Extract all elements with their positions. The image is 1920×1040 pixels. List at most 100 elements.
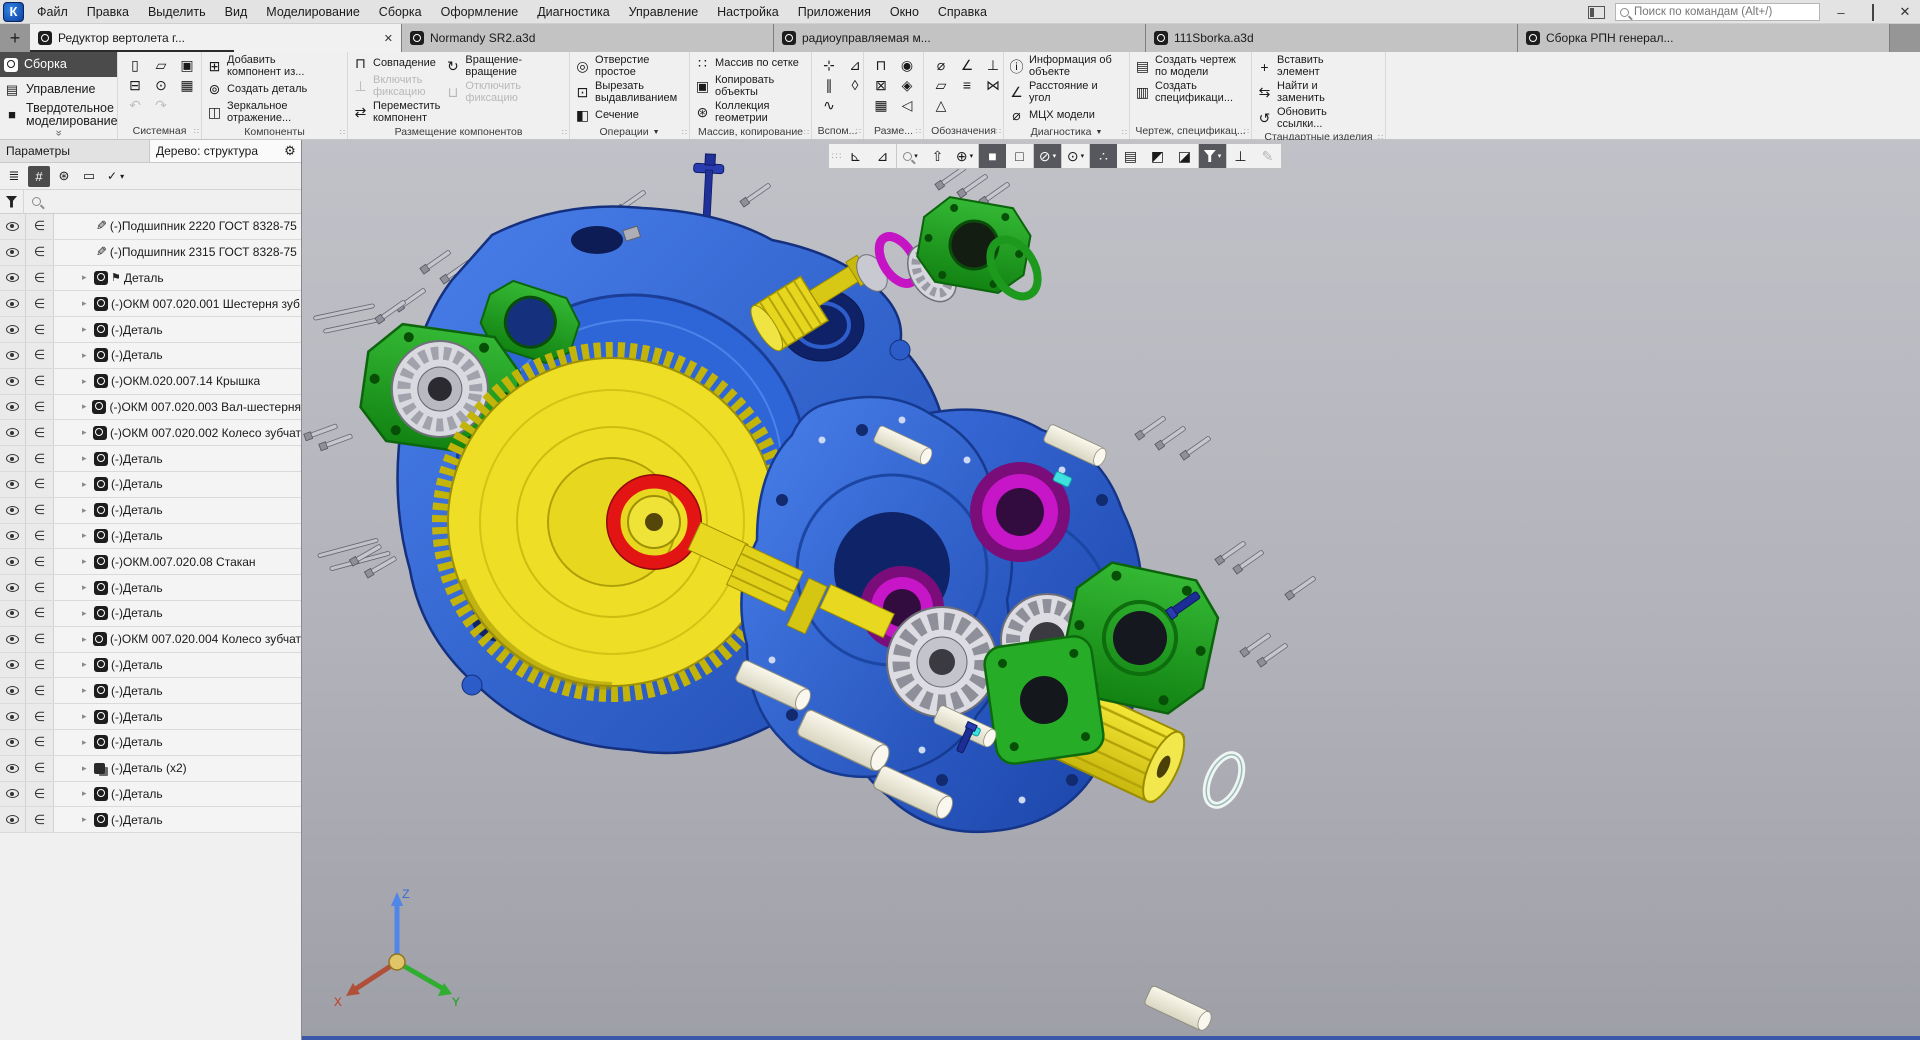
- tab-tree-structure[interactable]: Дерево: структура: [150, 140, 279, 162]
- tree-item[interactable]: ✎ (-)Подшипник 2315 ГОСТ 8328-75: [54, 240, 297, 265]
- tree-item[interactable]: ▸ (-)ОКМ 007.020.001 Шестерня зуб: [54, 291, 300, 316]
- visibility-cell[interactable]: [0, 600, 26, 626]
- eye-visibility-icon[interactable]: [6, 712, 19, 722]
- membership-cell[interactable]: ∈: [26, 394, 54, 420]
- tree-row-1[interactable]: ∈ ✎ (-)Подшипник 2220 ГОСТ 8328-75: [0, 214, 301, 240]
- membership-cell[interactable]: ∈: [26, 704, 54, 729]
- visibility-cell[interactable]: [0, 265, 26, 291]
- command-search[interactable]: [1615, 3, 1820, 21]
- green-cover[interactable]: [982, 634, 1105, 766]
- expand-arrow-icon[interactable]: ▸: [82, 814, 91, 825]
- image-type-button[interactable]: ⊙ ▾: [1062, 144, 1089, 168]
- print-icon[interactable]: ⊟: [126, 77, 144, 94]
- menu-item-9[interactable]: Управление: [627, 3, 701, 21]
- tree-display-filter-combo[interactable]: ✓ ▾: [103, 166, 128, 187]
- measure-button[interactable]: ⊥: [1227, 144, 1254, 168]
- document-tab-4[interactable]: 111Sborka.a3d: [1146, 24, 1518, 52]
- eye-visibility-icon[interactable]: [6, 350, 19, 360]
- eye-visibility-icon[interactable]: [6, 789, 19, 799]
- eye-visibility-icon[interactable]: [6, 299, 19, 309]
- find-replace-button[interactable]: ⇆ Найти и заменить: [1254, 80, 1329, 105]
- designation-datum-icon[interactable]: △: [932, 97, 950, 114]
- tree-row-24[interactable]: ∈ ▸ (-)Деталь: [0, 807, 301, 834]
- membership-cell[interactable]: ∈: [26, 317, 54, 342]
- dim-linear-icon[interactable]: ⊓: [872, 57, 890, 74]
- end-ring[interactable]: [1199, 749, 1249, 811]
- eye-visibility-icon[interactable]: [6, 402, 19, 412]
- tree-selection-button[interactable]: ▭: [78, 166, 100, 187]
- eye-visibility-icon[interactable]: [6, 454, 19, 464]
- rotation-rotation-button[interactable]: ↻ Вращение- вращение: [442, 54, 524, 79]
- eye-visibility-icon[interactable]: [6, 763, 19, 773]
- eye-visibility-icon[interactable]: [6, 505, 19, 515]
- visibility-cell[interactable]: [0, 652, 26, 678]
- tree-item[interactable]: ▸ ⚑ Деталь: [54, 266, 164, 291]
- visibility-cell[interactable]: [0, 342, 26, 368]
- visibility-cell[interactable]: [0, 704, 26, 729]
- expand-arrow-icon[interactable]: ▸: [82, 530, 91, 541]
- eye-visibility-icon[interactable]: [6, 660, 19, 670]
- eye-visibility-icon[interactable]: [6, 428, 19, 438]
- save-as-icon[interactable]: ▦: [178, 77, 196, 94]
- document-tab-1[interactable]: Редуктор вертолета г... ✕: [30, 24, 402, 52]
- add-component-button[interactable]: ⊞ Добавить компонент из...: [204, 54, 309, 79]
- expand-arrow-icon[interactable]: ▸: [82, 401, 89, 412]
- eye-visibility-icon[interactable]: [6, 583, 19, 593]
- visibility-cell[interactable]: [0, 549, 26, 575]
- tree-item[interactable]: ✎ (-)Подшипник 2220 ГОСТ 8328-75: [54, 214, 297, 239]
- visibility-cell[interactable]: [0, 239, 26, 265]
- tree-row-12[interactable]: ∈ ▸ (-)Деталь: [0, 497, 301, 524]
- tree-item[interactable]: ▸ (-)ОКМ 007.020.003 Вал-шестерня: [54, 395, 301, 420]
- menu-item-3[interactable]: Выделить: [146, 3, 208, 21]
- mirror-reflection-button[interactable]: ◫ Зеркальное отражение...: [204, 100, 309, 125]
- tree-item[interactable]: ▸ (-)Деталь: [54, 653, 163, 678]
- group-dropdown-icon[interactable]: ▼: [653, 129, 660, 136]
- cut-extrude-button[interactable]: ⊡ Вырезать выдавливанием: [572, 80, 679, 105]
- tree-item[interactable]: ▸ (-)Деталь: [54, 601, 163, 626]
- expand-arrow-icon[interactable]: ▸: [82, 788, 91, 799]
- membership-cell[interactable]: ∈: [26, 549, 54, 575]
- dim-diamond-icon[interactable]: ◈: [898, 77, 916, 94]
- aux-curve-icon[interactable]: ∿: [820, 97, 838, 114]
- dim-radial-icon[interactable]: ◉: [898, 57, 916, 74]
- tree-search-field[interactable]: [24, 197, 301, 206]
- tree-row-17[interactable]: ∈ ▸ (-)ОКМ 007.020.004 Колесо зубчат: [0, 626, 301, 653]
- eye-visibility-icon[interactable]: [6, 479, 19, 489]
- tree-item[interactable]: ▸ (-)ОКМ 007.020.002 Колесо зубчат: [54, 420, 301, 445]
- visibility-cell[interactable]: [0, 368, 26, 394]
- visibility-cell[interactable]: [0, 394, 26, 420]
- model-viewport[interactable]: Z X Y ∷∷ ⊾ ⊿ ▾ ⇧ ⊕ ▾ ■ □ ⊘ ▾ ⊙ ▾ ∴ ▤ ◩ ◪ ▾ ⊥ ✎: [302, 140, 1920, 1040]
- membership-cell[interactable]: ∈: [26, 807, 54, 833]
- membership-cell[interactable]: ∈: [26, 626, 54, 652]
- menu-item-13[interactable]: Справка: [936, 3, 989, 21]
- menu-item-11[interactable]: Приложения: [796, 3, 873, 21]
- tree-row-11[interactable]: ∈ ▸ (-)Деталь: [0, 471, 301, 498]
- menu-item-12[interactable]: Окно: [888, 3, 921, 21]
- tree-row-3[interactable]: ∈ ▸ ⚑ Деталь: [0, 265, 301, 292]
- tree-row-6[interactable]: ∈ ▸ (-)Деталь: [0, 342, 301, 369]
- membership-cell[interactable]: ∈: [26, 600, 54, 626]
- local-cs-button[interactable]: ⊾: [842, 144, 869, 168]
- menu-item-1[interactable]: Файл: [35, 3, 70, 21]
- new-document-icon[interactable]: ▯: [126, 57, 144, 74]
- eye-visibility-icon[interactable]: [6, 325, 19, 335]
- tree-row-16[interactable]: ∈ ▸ (-)Деталь: [0, 600, 301, 627]
- tree-row-15[interactable]: ∈ ▸ (-)Деталь: [0, 575, 301, 601]
- visibility-cell[interactable]: [0, 626, 26, 652]
- expand-arrow-icon[interactable]: ▸: [82, 272, 91, 283]
- tree-row-22[interactable]: ∈ ▸ (-)Деталь (x2): [0, 755, 301, 782]
- tree-row-13[interactable]: ∈ ▸ (-)Деталь: [0, 523, 301, 550]
- tree-row-14[interactable]: ∈ ▸ (-)ОКМ.007.020.08 Стакан: [0, 549, 301, 576]
- cs-mode-button[interactable]: ⊕ ▾: [951, 144, 978, 168]
- eye-visibility-icon[interactable]: [6, 686, 19, 696]
- menu-item-10[interactable]: Настройка: [715, 3, 781, 21]
- tree-item[interactable]: ▸ (-)Деталь: [54, 343, 163, 368]
- tree-row-9[interactable]: ∈ ▸ (-)ОКМ 007.020.002 Колесо зубчат: [0, 420, 301, 447]
- visibility-cell[interactable]: [0, 420, 26, 446]
- mass-properties-button[interactable]: ⌀ МЦХ модели: [1006, 106, 1114, 125]
- expand-arrow-icon[interactable]: ▸: [82, 634, 90, 645]
- eye-visibility-icon[interactable]: [6, 557, 19, 567]
- open-document-icon[interactable]: ▱: [152, 57, 170, 74]
- membership-cell[interactable]: ∈: [26, 446, 54, 471]
- eye-visibility-icon[interactable]: [6, 608, 19, 618]
